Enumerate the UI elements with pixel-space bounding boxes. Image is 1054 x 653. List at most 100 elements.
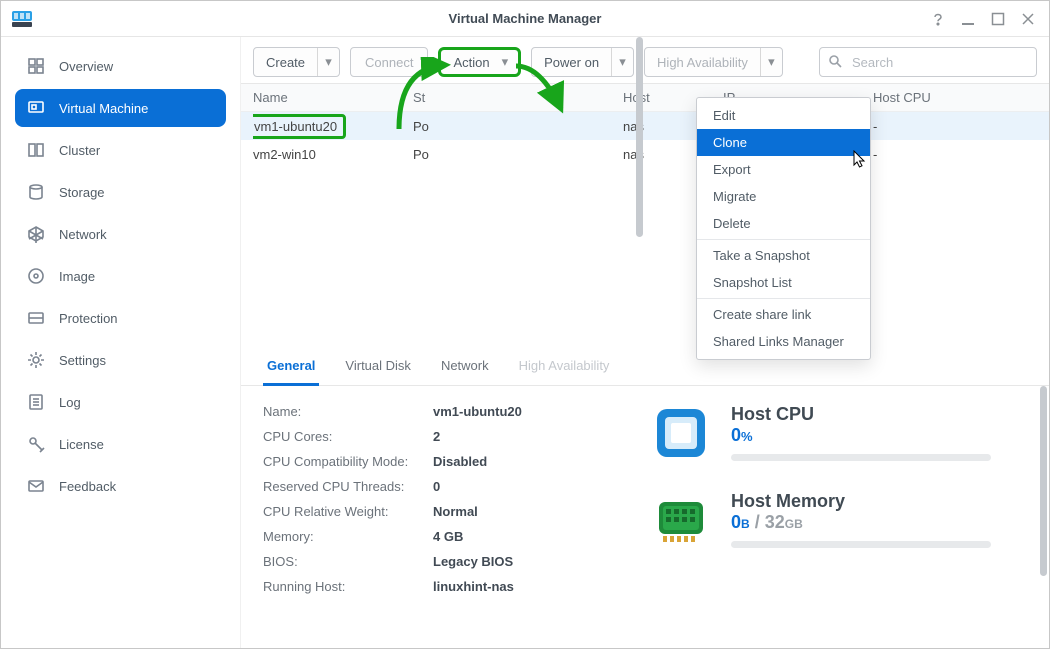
scrollbar-thumb[interactable] [636, 37, 643, 237]
menu-item-export[interactable]: Export [697, 156, 870, 183]
toolbar: Create ▾ Connect Action ▾ Power on ▾ Hig… [241, 37, 1049, 83]
metric-host-cpu: Host CPU 0% [653, 404, 1037, 461]
metric-separator: / [750, 512, 765, 532]
tab-virtual-disk[interactable]: Virtual Disk [341, 348, 415, 385]
sidebar-item-storage[interactable]: Storage [15, 173, 226, 211]
sidebar-item-label: Network [59, 227, 107, 242]
action-menu: Edit Clone Export Migrate Delete Take a … [696, 97, 871, 360]
help-icon[interactable] [931, 12, 945, 26]
prop-row: Running Host:linuxhint-nas [263, 579, 619, 594]
sidebar-item-log[interactable]: Log [15, 383, 226, 421]
license-icon [27, 435, 45, 453]
overview-icon [27, 57, 45, 75]
connect-button-label: Connect [351, 55, 427, 70]
sidebar-item-label: Protection [59, 311, 118, 326]
memory-icon [653, 492, 709, 548]
detail-metrics: Host CPU 0% Host Memory 0B / 32GB [641, 386, 1049, 648]
search-input-wrap[interactable] [819, 47, 1037, 77]
network-icon [27, 225, 45, 243]
sidebar-item-image[interactable]: Image [15, 257, 226, 295]
main-panel: Create ▾ Connect Action ▾ Power on ▾ Hig… [241, 37, 1049, 648]
prop-row: Reserved CPU Threads:0 [263, 479, 619, 494]
metric-host-memory: Host Memory 0B / 32GB [653, 491, 1037, 548]
menu-item-delete[interactable]: Delete [697, 210, 870, 237]
sidebar-item-label: License [59, 437, 104, 452]
sidebar-item-protection[interactable]: Protection [15, 299, 226, 337]
image-icon [27, 267, 45, 285]
sidebar-item-overview[interactable]: Overview [15, 47, 226, 85]
action-button-label: Action [441, 55, 501, 70]
maximize-icon[interactable] [991, 12, 1005, 26]
menu-item-snapshot-list[interactable]: Snapshot List [697, 269, 870, 296]
chevron-down-icon[interactable]: ▾ [760, 48, 782, 76]
menu-item-shared-links-manager[interactable]: Shared Links Manager [697, 328, 870, 355]
col-name[interactable]: Name [253, 86, 413, 109]
sidebar-item-feedback[interactable]: Feedback [15, 467, 226, 505]
prop-row: BIOS:Legacy BIOS [263, 554, 619, 569]
action-button[interactable]: Action ▾ [438, 47, 521, 77]
power-on-button[interactable]: Power on ▾ [531, 47, 634, 77]
col-host-cpu[interactable]: Host CPU [873, 86, 1033, 109]
menu-separator [697, 239, 870, 240]
menu-item-migrate[interactable]: Migrate [697, 183, 870, 210]
log-icon [27, 393, 45, 411]
table-row[interactable]: vm2-win10 Po nas - - [241, 140, 1049, 168]
high-availability-button-label: High Availability [645, 55, 760, 70]
vm-table: Name St Host IP Host CPU vm1-ubuntu20 Po… [241, 83, 1049, 168]
usage-bar [731, 541, 991, 548]
scrollbar-thumb[interactable] [1040, 386, 1047, 576]
detail-tabs: General Virtual Disk Network High Availa… [241, 348, 1049, 386]
metric-total: 32 [765, 512, 785, 532]
menu-item-clone[interactable]: Clone [697, 129, 870, 156]
sidebar-item-network[interactable]: Network [15, 215, 226, 253]
sidebar-item-label: Log [59, 395, 81, 410]
sidebar-item-label: Settings [59, 353, 106, 368]
protection-icon [27, 309, 45, 327]
titlebar: Virtual Machine Manager [1, 1, 1049, 37]
sidebar-item-virtual-machine[interactable]: Virtual Machine [15, 89, 226, 127]
sidebar-item-settings[interactable]: Settings [15, 341, 226, 379]
search-input[interactable] [850, 54, 1030, 71]
connect-button[interactable]: Connect [350, 47, 428, 77]
cpu-icon [653, 405, 709, 461]
scrollbar[interactable] [636, 37, 643, 648]
menu-item-take-snapshot[interactable]: Take a Snapshot [697, 242, 870, 269]
chevron-down-icon[interactable]: ▾ [611, 48, 633, 76]
prop-row: CPU Compatibility Mode:Disabled [263, 454, 619, 469]
tab-general[interactable]: General [263, 348, 319, 386]
minimize-icon[interactable] [961, 12, 975, 26]
cell-status: Po [413, 119, 623, 134]
table-row[interactable]: vm1-ubuntu20 Po nas - - [241, 112, 1049, 140]
sidebar-item-label: Overview [59, 59, 113, 74]
metric-value: 0 [731, 512, 741, 532]
prop-row: Memory:4 GB [263, 529, 619, 544]
sidebar-item-label: Storage [59, 185, 105, 200]
cursor-icon [851, 150, 869, 175]
high-availability-button[interactable]: High Availability ▾ [644, 47, 783, 77]
cell-host-cpu: - [873, 147, 1033, 162]
tab-network[interactable]: Network [437, 348, 493, 385]
chevron-down-icon[interactable]: ▾ [317, 48, 339, 76]
sidebar-item-license[interactable]: License [15, 425, 226, 463]
tab-high-availability[interactable]: High Availability [515, 348, 614, 385]
cell-host-cpu: - [873, 119, 1033, 134]
metric-unit: GB [785, 517, 803, 531]
menu-item-edit[interactable]: Edit [697, 102, 870, 129]
prop-row: CPU Cores:2 [263, 429, 619, 444]
sidebar-item-cluster[interactable]: Cluster [15, 131, 226, 169]
prop-row: CPU Relative Weight:Normal [263, 504, 619, 519]
storage-icon [27, 183, 45, 201]
cluster-icon [27, 141, 45, 159]
cell-name: vm2-win10 [253, 147, 413, 162]
detail-properties: Name:vm1-ubuntu20 CPU Cores:2 CPU Compat… [241, 386, 641, 648]
close-icon[interactable] [1021, 12, 1035, 26]
metric-unit: % [741, 429, 753, 444]
sidebar: Overview Virtual Machine Cluster Storage… [1, 37, 241, 648]
scrollbar[interactable] [1040, 386, 1047, 648]
create-button[interactable]: Create ▾ [253, 47, 340, 77]
window-title: Virtual Machine Manager [1, 11, 1049, 26]
sidebar-item-label: Feedback [59, 479, 116, 494]
sidebar-item-label: Virtual Machine [59, 101, 148, 116]
menu-item-create-share-link[interactable]: Create share link [697, 301, 870, 328]
col-status[interactable]: St [413, 86, 623, 109]
